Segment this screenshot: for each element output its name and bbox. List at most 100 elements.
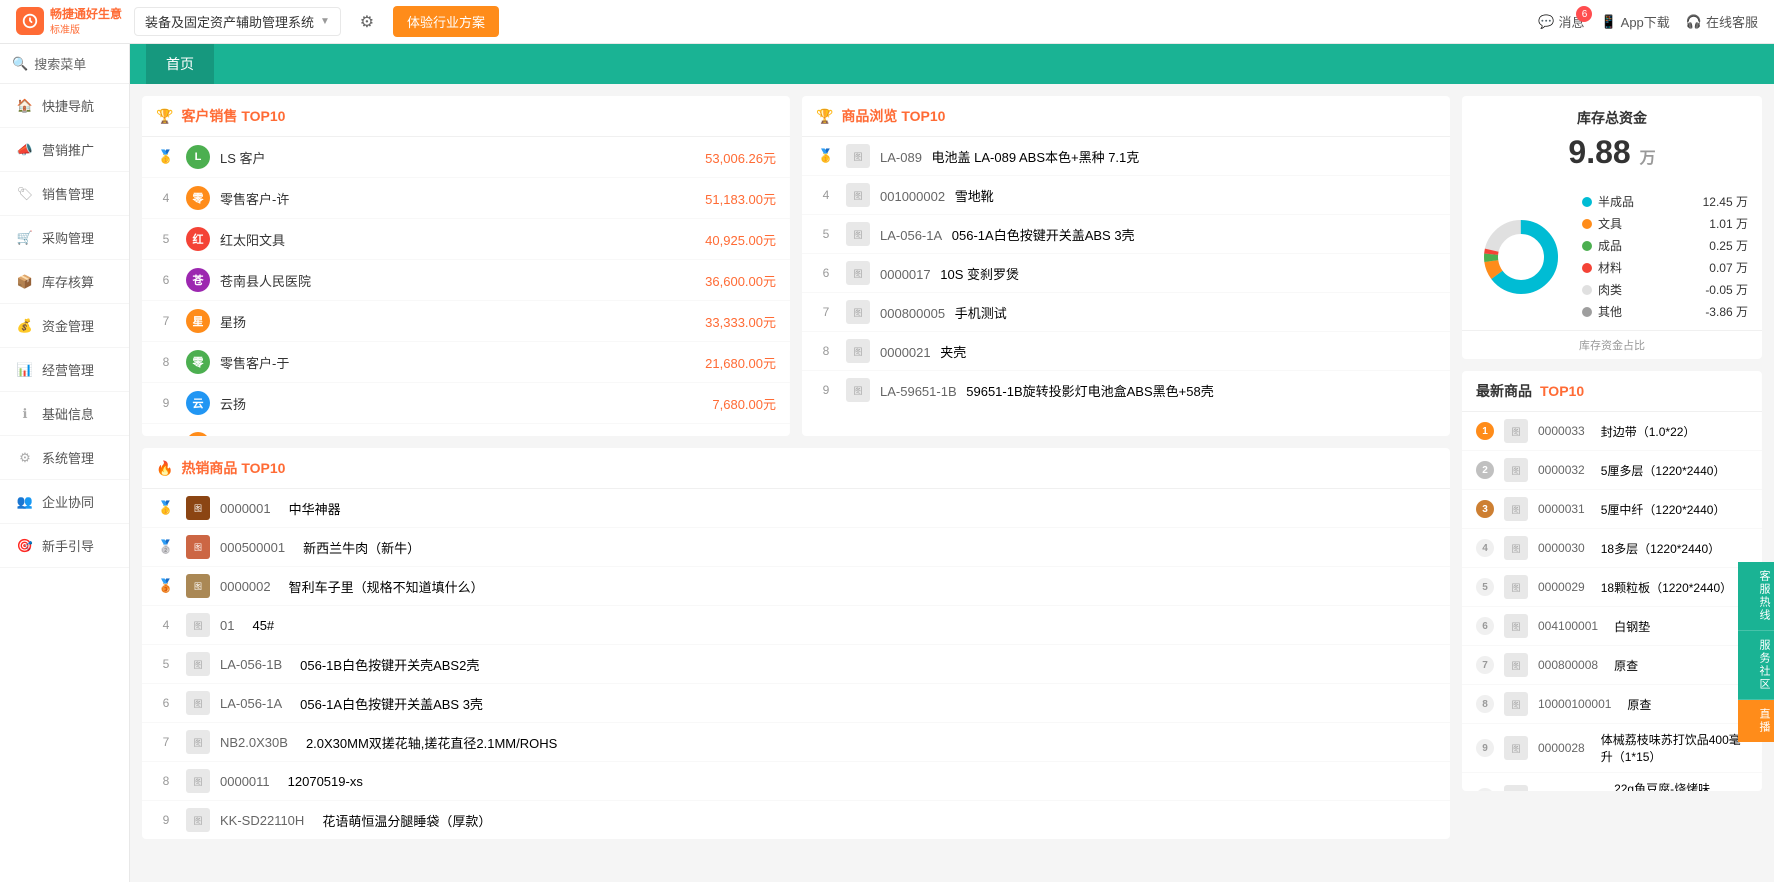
sidebar-item-label: 企业协同 (42, 492, 94, 511)
avatar: 苍 (186, 268, 210, 292)
legend-item: 肉类 -0.05 万 (1582, 281, 1748, 298)
product-code: 0000017 (880, 267, 931, 282)
system-selector[interactable]: 装备及固定资产辅助管理系统 ▼ (134, 7, 341, 36)
product-code: 0000032 (1538, 463, 1585, 477)
rank-badge: 9 (1476, 739, 1494, 757)
product-code: 0000011 (220, 774, 270, 789)
product-code: 0000033 (1538, 424, 1585, 438)
product-browse-header: 🏆 商品浏览 TOP10 (802, 96, 1450, 137)
message-button[interactable]: 💬 消息 6 (1538, 12, 1584, 31)
product-info: 000800005 手机测试 (880, 303, 1436, 322)
product-browse-title: 商品浏览 TOP10 (841, 106, 945, 126)
product-name: 原查 (1614, 657, 1638, 674)
customer-sales-label: 客户销售 TOP10 (181, 106, 285, 126)
list-item: 1 图 0000033 封边带（1.0*22） (1462, 412, 1762, 451)
product-image: 图 (186, 535, 210, 559)
product-info: LA-089 电池盖 LA-089 ABS本色+黑种 7.1克 (880, 147, 1436, 166)
product-image: 图 (1504, 736, 1528, 760)
legend-dot (1582, 219, 1592, 229)
rank-badge: 4 (1476, 539, 1494, 557)
product-code: 0000001 (220, 501, 271, 516)
sidebar-item-system[interactable]: ⚙ 系统管理 (0, 436, 129, 480)
app-label: App下载 (1621, 12, 1670, 31)
product-code: LA-056-1B (220, 657, 282, 672)
sidebar-item-quicknav[interactable]: 🏠 快捷导航 (0, 84, 129, 128)
cart-icon: 🛒 (16, 229, 34, 247)
top-bar-left: 畅捷通好生意 标准版 装备及固定资产辅助管理系统 ▼ ⚙ 体验行业方案 (16, 6, 499, 37)
product-code: 0000031 (1538, 502, 1585, 516)
trial-button[interactable]: 体验行业方案 (393, 6, 499, 37)
sidebar-item-enterprise[interactable]: 👥 企业协同 (0, 480, 129, 524)
medal-icon: 🥉 (156, 576, 176, 596)
gear-icon[interactable]: ⚙ (353, 8, 381, 36)
product-name: 10S 变刹罗煲 (940, 267, 1019, 282)
inventory-label: 库存总资金 (1474, 108, 1750, 128)
product-image: 图 (846, 300, 870, 324)
sidebar-item-newbie[interactable]: 🎯 新手引导 (0, 524, 129, 568)
product-name: 18多层（1220*2440） (1601, 540, 1720, 557)
hot-products-list: 🥇 图 0000001 中华神器 🥈 图 000500001 新西兰牛肉（新牛） (142, 489, 1450, 839)
sidebar-item-finance[interactable]: 💰 资金管理 (0, 304, 129, 348)
product-name: 18颗粒板（1220*2440） (1601, 579, 1732, 596)
table-row: 8 零 零售客户-于 21,680.00元 (142, 342, 790, 383)
logo-icon (16, 7, 44, 35)
sidebar-item-basic-info[interactable]: ℹ 基础信息 (0, 392, 129, 436)
product-image: 图 (186, 808, 210, 832)
product-name: 电池盖 LA-089 ABS本色+黑种 7.1克 (932, 150, 1140, 165)
rank-num: 5 (816, 227, 836, 241)
sidebar-search[interactable]: 🔍 搜索菜单 (0, 44, 129, 84)
product-image: 图 (1504, 419, 1528, 443)
sidebar-item-label: 快捷导航 (42, 96, 94, 115)
product-info: 001000002 雪地靴 (880, 186, 1436, 205)
product-code: 000500001 (220, 540, 285, 555)
product-code: LA-056-1A (220, 696, 282, 711)
rank-num: 4 (156, 618, 176, 632)
table-row: 10 档 档总 7,563.00元 (142, 424, 790, 436)
service-label: 在线客服 (1706, 12, 1758, 31)
customer-amount: 53,006.26元 (705, 148, 776, 167)
online-service-button[interactable]: 🎧 在线客服 (1686, 12, 1758, 31)
sidebar-item-inventory[interactable]: 📦 库存核算 (0, 260, 129, 304)
sidebar-item-marketing[interactable]: 📣 营销推广 (0, 128, 129, 172)
sidebar-item-label: 基础信息 (42, 404, 94, 423)
search-menu-button[interactable]: 🔍 搜索菜单 (12, 54, 117, 73)
table-row: 5 图 LA-056-1A 056-1A白色按键开关盖ABS 3壳 (802, 215, 1450, 254)
legend-item: 材料 0.07 万 (1582, 259, 1748, 276)
product-info: 0000021 夹壳 (880, 342, 1436, 361)
product-image: 图 (186, 730, 210, 754)
list-item: 6 图 004100001 白钢垫 (1462, 607, 1762, 646)
rank-num: 8 (156, 355, 176, 369)
sidebar-item-sales[interactable]: 🏷 销售管理 (0, 172, 129, 216)
rank-num: 6 (816, 266, 836, 280)
info-icon: ℹ (16, 405, 34, 423)
customer-amount: 21,680.00元 (705, 353, 776, 372)
live-button[interactable]: 直播 (1738, 700, 1774, 742)
page-content: 🏆 客户销售 TOP10 🥇 L LS 客户 53,006.26元 (130, 84, 1774, 882)
hot-products-title: 热销商品 TOP10 (181, 458, 285, 478)
product-code: 003800001 (1538, 790, 1598, 791)
sidebar-item-label: 新手引导 (42, 536, 94, 555)
list-item: 8 图 10000100001 原查 (1462, 685, 1762, 724)
product-code: 10000100001 (1538, 697, 1611, 711)
service-community-button[interactable]: 服务社区 (1738, 631, 1774, 700)
list-item: 3 图 0000031 5厘中纤（1220*2440） (1462, 490, 1762, 529)
customer-name: 零售客户-于 (220, 353, 695, 372)
product-info: LA-59651-1B 59651-1B旋转投影灯电池盒ABS黑色+58壳 (880, 381, 1436, 400)
logo-text: 畅捷通好生意 标准版 (50, 7, 122, 36)
product-code: 0000002 (220, 579, 271, 594)
sidebar-item-operations[interactable]: 📊 经营管理 (0, 348, 129, 392)
app-download-button[interactable]: 📱 App下载 (1600, 12, 1669, 31)
search-icon: 🔍 (12, 56, 28, 72)
product-name: 夹壳 (940, 345, 966, 360)
inventory-footer: 库存资金占比 (1462, 330, 1762, 359)
sidebar-item-label: 销售管理 (42, 184, 94, 203)
sidebar-item-purchase[interactable]: 🛒 采购管理 (0, 216, 129, 260)
customer-service-button[interactable]: 客服热线 (1738, 562, 1774, 631)
table-row: 🥇 图 0000001 中华神器 (142, 489, 1450, 528)
sidebar-item-label: 资金管理 (42, 316, 94, 335)
legend-dot (1582, 307, 1592, 317)
rank-num: 7 (156, 735, 176, 749)
product-code: LA-59651-1B (880, 384, 957, 399)
medal-icon: 🥇 (156, 498, 176, 518)
tab-home[interactable]: 首页 (146, 44, 214, 84)
